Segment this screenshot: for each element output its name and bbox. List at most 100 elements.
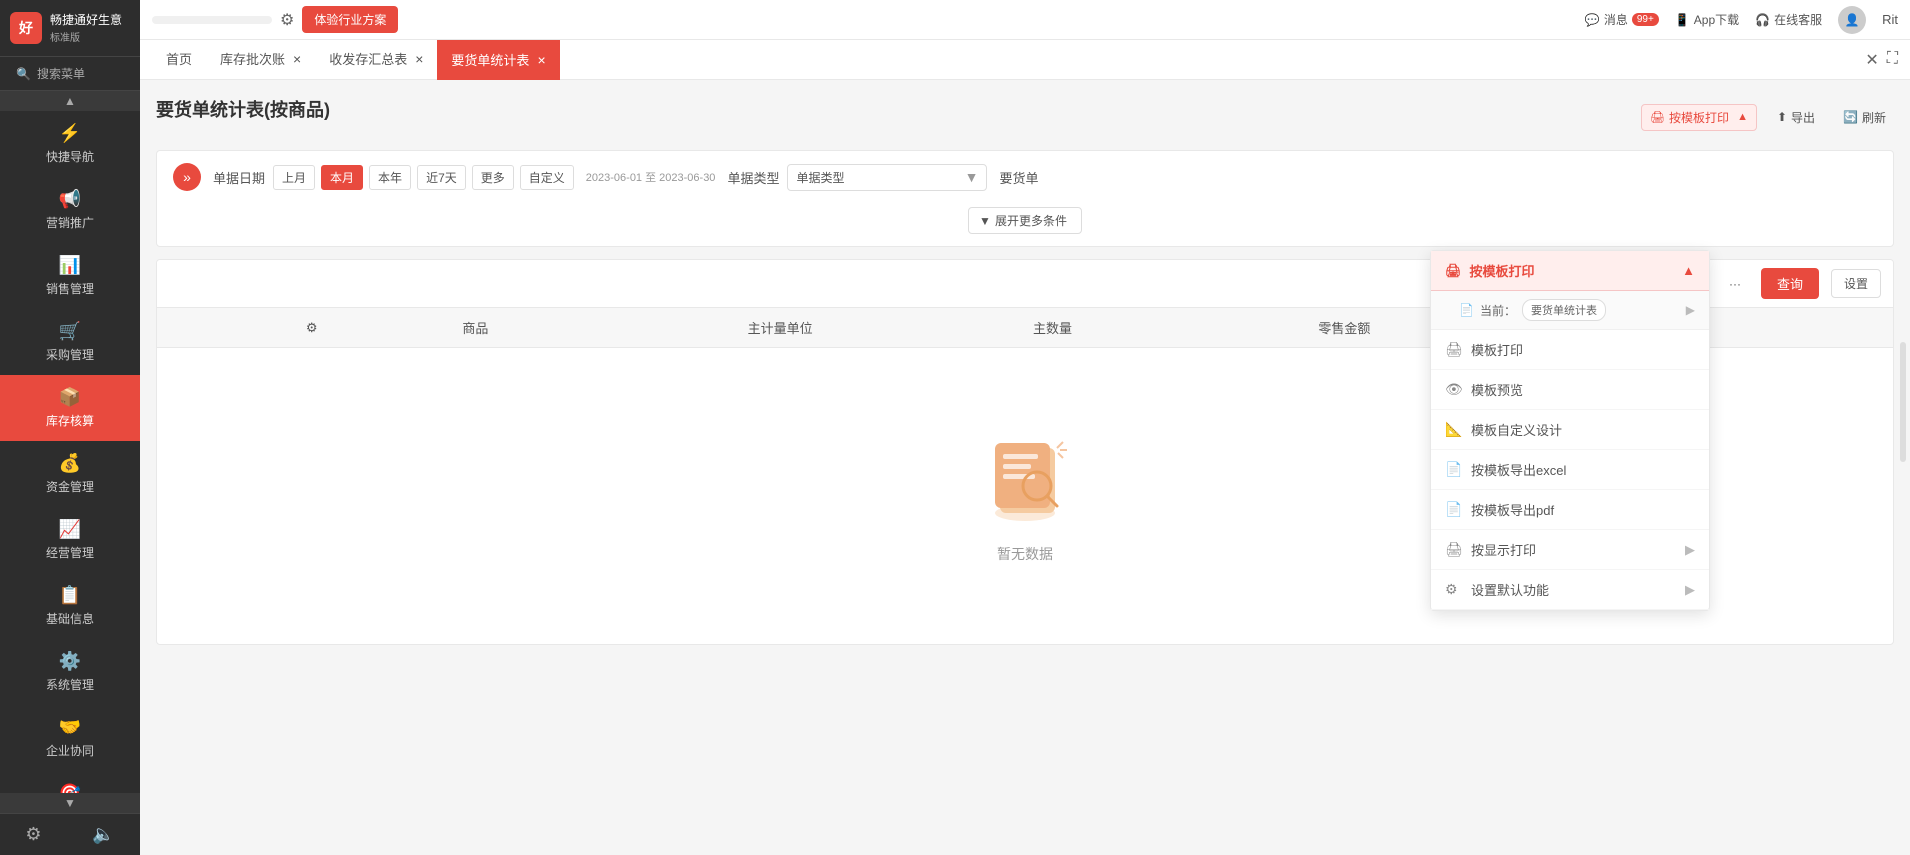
sidebar-settings-btn[interactable]: ⚙ <box>25 824 41 845</box>
current-label: 当前： <box>1480 302 1516 319</box>
query-button[interactable]: 查询 <box>1761 268 1819 299</box>
type-select[interactable]: 单据类型 ▼ <box>787 164 987 191</box>
date-shortcuts: 上月 本月 本年 近7天 更多 自定义 <box>273 165 574 190</box>
page-scrollbar[interactable] <box>1900 342 1906 462</box>
dropdown-header[interactable]: 🖨 按模板打印 ▲ <box>1431 251 1709 291</box>
date-btn-last-7days[interactable]: 近7天 <box>417 165 466 190</box>
trial-button[interactable]: 体验行业方案 <box>302 6 398 33</box>
date-filter-section: 单据日期 上月 本月 本年 近7天 更多 自定义 2023-06-01 至 20… <box>213 165 715 190</box>
topbar-search[interactable] <box>152 16 272 24</box>
topbar-left: ⚙ 体验行业方案 <box>152 6 398 33</box>
dropdown-item-template-preview[interactable]: 👁 模板预览 <box>1431 370 1709 410</box>
user-name[interactable]: Rit <box>1882 12 1898 27</box>
sidebar-item-label: 企业协同 <box>46 742 94 759</box>
sidebar-search[interactable]: 🔍 搜索菜单 <box>0 57 140 91</box>
page-content: 要货单统计表(按商品) 🖨 按模板打印 ▲ ⬆ 导出 🔄 刷新 <box>140 80 1910 855</box>
expand-more-btn[interactable]: ▼ 展开更多条件 <box>968 207 1082 234</box>
tab-receipt-summary-close[interactable]: × <box>415 51 423 67</box>
empty-icon <box>975 428 1075 528</box>
tab-batch-account-close[interactable]: × <box>293 51 301 67</box>
dropdown-header-left: 🖨 按模板打印 <box>1445 261 1535 280</box>
tab-batch-account-label: 库存批次账 <box>220 49 285 68</box>
tab-order-stats-close[interactable]: × <box>537 52 545 68</box>
dropdown-item-export-excel[interactable]: 📄 按模板导出excel <box>1431 450 1709 490</box>
sidebar-scroll-down[interactable]: ▼ <box>0 793 140 813</box>
window-maximize-btn[interactable]: ⛶ <box>1887 50 1898 70</box>
topbar-settings-icon[interactable]: ⚙ <box>280 10 294 30</box>
sidebar-item-system[interactable]: ⚙️ 系统管理 <box>0 639 140 705</box>
arrow-right-icon: ▶ <box>1685 542 1695 558</box>
main-content: ⚙ 体验行业方案 💬 消息 99+ 📱 App下载 🎧 在线客服 👤 Rit <box>140 0 1910 855</box>
date-btn-this-year[interactable]: 本年 <box>369 165 411 190</box>
more-options-btn[interactable]: ··· <box>1721 273 1749 295</box>
window-close-btn[interactable]: ✕ <box>1865 50 1878 70</box>
topbar-right: 💬 消息 99+ 📱 App下载 🎧 在线客服 👤 Rit <box>1585 6 1898 34</box>
tab-receipt-summary[interactable]: 收发存汇总表 × <box>315 40 437 80</box>
export-icon: ⬆ <box>1777 110 1787 124</box>
sidebar-sound-btn[interactable]: 🔈 <box>92 824 114 845</box>
chevron-down-icon: ▼ <box>965 169 979 185</box>
date-btn-last-month[interactable]: 上月 <box>273 165 315 190</box>
dropdown-item-label: 设置默认功能 <box>1471 580 1549 599</box>
date-btn-this-month[interactable]: 本月 <box>321 165 363 190</box>
date-range-text: 2023-06-01 至 2023-06-30 <box>586 169 716 185</box>
user-icon: 👤 <box>1845 13 1860 27</box>
sidebar-item-basics[interactable]: 📋 基础信息 <box>0 573 140 639</box>
dropdown-item-export-pdf[interactable]: 📄 按模板导出pdf <box>1431 490 1709 530</box>
sidebar-item-operation[interactable]: 📈 经营管理 <box>0 507 140 573</box>
sidebar-item-inventory[interactable]: 📦 库存核算 <box>0 375 140 441</box>
current-template-badge: 要货单统计表 <box>1522 299 1606 321</box>
dropdown-item-display-print[interactable]: 🖨 按显示打印 ▶ <box>1431 530 1709 570</box>
sidebar-item-marketing[interactable]: 📢 营销推广 <box>0 177 140 243</box>
chevron-right-icon: ▶ <box>1686 303 1695 317</box>
window-buttons: ✕ ⛶ <box>1865 50 1898 70</box>
online-service-item[interactable]: 🎧 在线客服 <box>1755 11 1822 28</box>
online-service-label: 在线客服 <box>1774 11 1822 28</box>
tab-order-stats[interactable]: 要货单统计表 × <box>437 40 559 80</box>
sidebar-item-sales[interactable]: 📊 销售管理 <box>0 243 140 309</box>
eye-icon: 👁 <box>1445 381 1463 398</box>
empty-text: 暂无数据 <box>997 544 1053 564</box>
sidebar-bottom: ⚙ 🔈 <box>0 813 140 855</box>
sidebar-item-label: 营销推广 <box>46 214 94 231</box>
sidebar-item-guide[interactable]: 🎯 新手引导 <box>0 771 140 793</box>
dropdown-item-template-print[interactable]: 🖨 模板打印 <box>1431 330 1709 370</box>
sidebar-item-finance[interactable]: 💰 资金管理 <box>0 441 140 507</box>
sidebar: 好 畅捷通好生意 标准版 🔍 搜索菜单 ▲ ⚡ 快捷导航 📢 营销推广 📊 销售… <box>0 0 140 855</box>
tab-batch-account[interactable]: 库存批次账 × <box>206 40 315 80</box>
type-filter-label: 单据类型 <box>727 168 779 187</box>
template-icon: 📄 <box>1459 303 1474 317</box>
filter-bar: » 单据日期 上月 本月 本年 近7天 更多 自定义 2023-06-01 至 … <box>156 150 1894 247</box>
dropdown-item-default-function[interactable]: ⚙ 设置默认功能 ▶ <box>1431 570 1709 610</box>
tab-home[interactable]: 首页 <box>152 40 206 80</box>
col-product: 商品 <box>454 318 739 337</box>
tab-receipt-summary-label: 收发存汇总表 <box>329 49 407 68</box>
quick-expand-btn[interactable]: » <box>173 163 201 191</box>
excel-icon: 📄 <box>1445 461 1463 478</box>
sidebar-item-collab[interactable]: 🤝 企业协同 <box>0 705 140 771</box>
dropdown-current-template[interactable]: 📄 当前： 要货单统计表 ▶ <box>1431 291 1709 330</box>
message-icon: 💬 <box>1585 13 1600 27</box>
date-btn-custom[interactable]: 自定义 <box>520 165 574 190</box>
export-btn[interactable]: ⬆ 导出 <box>1769 105 1823 130</box>
col-settings[interactable]: ⚙ <box>169 320 454 336</box>
tabbar: 首页 库存批次账 × 收发存汇总表 × 要货单统计表 × ✕ ⛶ <box>140 40 1910 80</box>
sidebar-scroll-up[interactable]: ▲ <box>0 91 140 111</box>
sidebar-item-quick-nav[interactable]: ⚡ 快捷导航 <box>0 111 140 177</box>
dropdown-close-icon[interactable]: ▲ <box>1682 263 1695 278</box>
refresh-btn[interactable]: 🔄 刷新 <box>1835 105 1894 130</box>
app-download-icon: 📱 <box>1675 13 1690 27</box>
user-avatar[interactable]: 👤 <box>1838 6 1866 34</box>
sidebar-item-purchase[interactable]: 🛒 采购管理 <box>0 309 140 375</box>
printer-icon: 🖨 <box>1445 341 1463 358</box>
sidebar-item-label: 库存核算 <box>46 412 94 429</box>
print-btn[interactable]: 🖨 按模板打印 ▲ <box>1641 104 1757 131</box>
logo-icon: 好 <box>10 12 42 44</box>
message-item[interactable]: 💬 消息 99+ <box>1585 11 1659 28</box>
settings-button[interactable]: 设置 <box>1831 269 1881 298</box>
dropdown-item-template-design[interactable]: 📐 模板自定义设计 <box>1431 410 1709 450</box>
app-download-item[interactable]: 📱 App下载 <box>1675 11 1739 28</box>
dropdown-item-label: 按模板导出pdf <box>1471 500 1554 519</box>
export-label: 导出 <box>1791 109 1815 126</box>
date-btn-more[interactable]: 更多 <box>472 165 514 190</box>
